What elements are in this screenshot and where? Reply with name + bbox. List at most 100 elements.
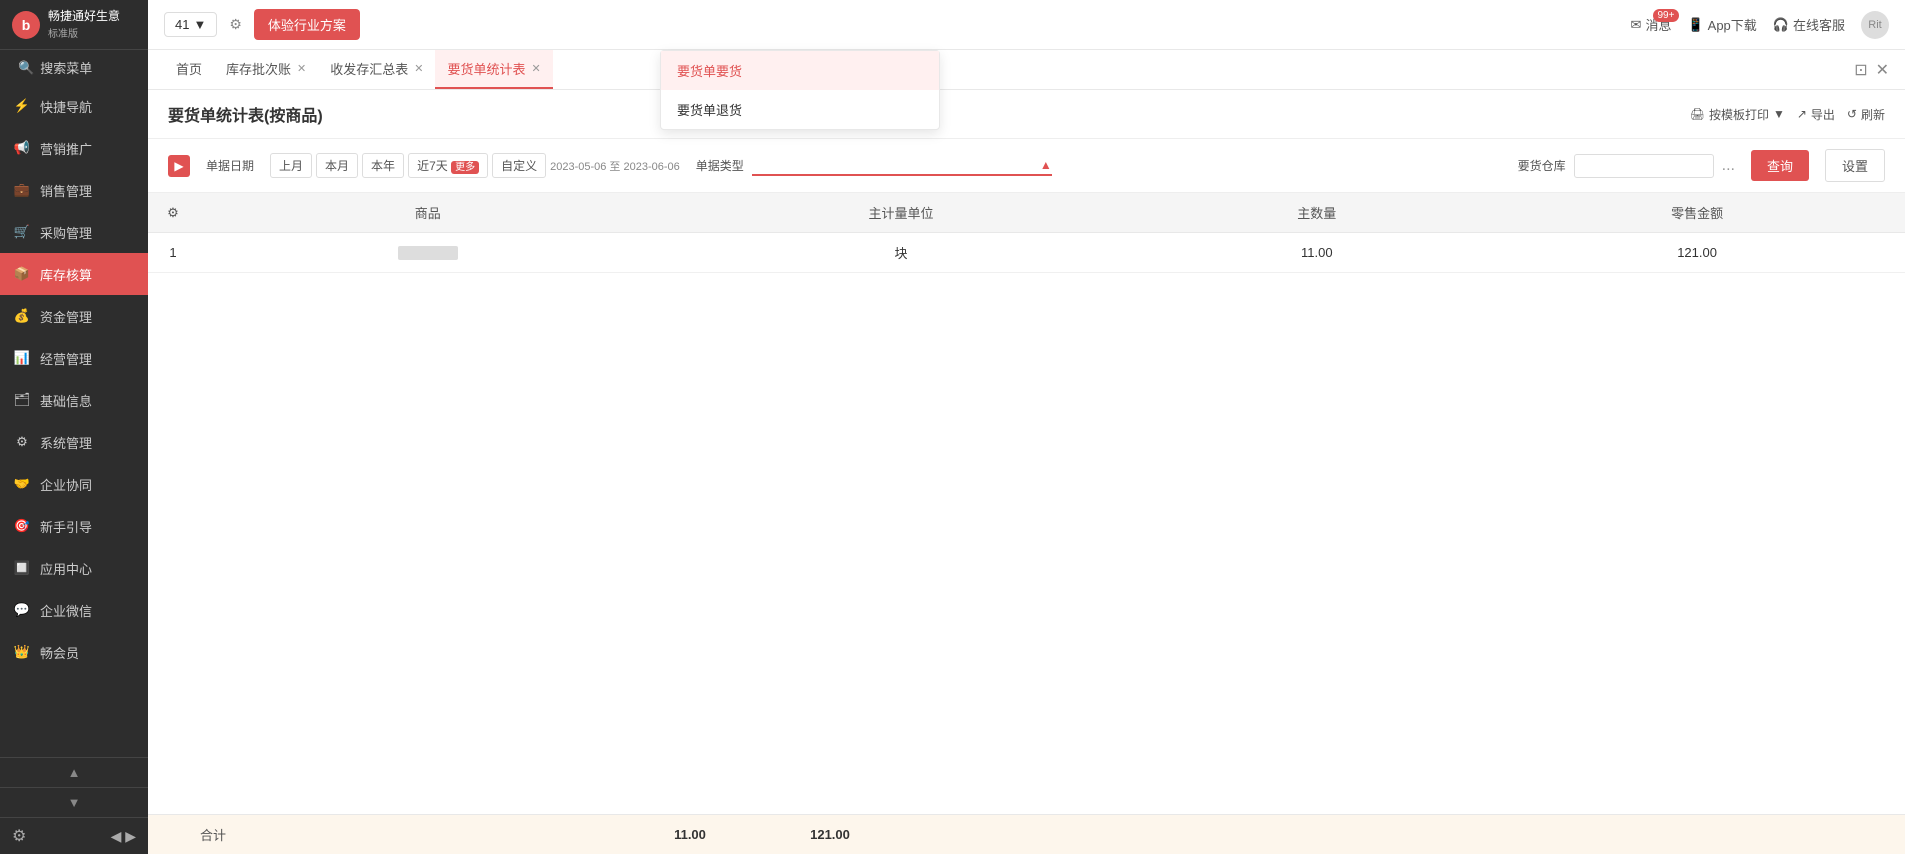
sidebar-item-sales[interactable]: 💼 销售管理 [0,169,148,211]
refresh-button[interactable]: ↺ 刷新 [1847,106,1885,123]
logo-sub: 标准版 [48,25,120,40]
tabs-bar: 首页 库存批次账 ✕ 收发存汇总表 ✕ 要货单统计表 ✕ ⊡ ✕ [148,50,1905,90]
sidebar-item-system[interactable]: ⚙ 系统管理 [0,421,148,463]
tab-requisition-stat[interactable]: 要货单统计表 ✕ [435,50,552,89]
purchase-icon: 🛒 [12,222,32,242]
col-quantity: 主数量 [1144,193,1489,233]
sidebar-item-inventory[interactable]: 📦 库存核算 [0,253,148,295]
print-template-button[interactable]: 🖨 按模板打印 ▼ [1690,106,1785,123]
sidebar-gear-btn[interactable]: ⚙ [12,826,26,846]
marketing-icon: 📢 [12,138,32,158]
row-product [198,233,658,273]
date-btn-upper[interactable]: 上月 [270,153,312,178]
sidebar-item-basic[interactable]: 🗂 基础信息 [0,379,148,421]
sidebar-scroll-down[interactable]: ▼ [0,787,148,817]
member-icon: 👑 [12,642,32,662]
chevron-down-icon: ▼ [193,17,206,32]
export-button[interactable]: ↗ 导出 [1797,106,1835,123]
refresh-icon: ↺ [1847,107,1857,121]
date-btn-custom[interactable]: 自定义 [492,153,546,178]
type-select-wrap: ▲ [752,155,1052,176]
store-selector[interactable]: 41 ▼ [164,12,217,37]
date-range-text: 2023-05-06 至 2023-06-06 [550,158,680,174]
app-download-btn[interactable]: 📱 App下载 [1687,15,1756,34]
sidebar-item-quick-nav[interactable]: ⚡ 快捷导航 [0,85,148,127]
row-amount: 121.00 [1489,233,1905,273]
hot-tag: 更多 [451,161,479,174]
print-icon: 🖨 [1690,107,1705,121]
sidebar-scroll-up[interactable]: ▲ [0,757,148,787]
sidebar-item-marketing[interactable]: 📢 营销推广 [0,127,148,169]
inventory-icon: 📦 [12,264,32,284]
notification-icon: ✉ [1631,17,1642,33]
sidebar: b 畅捷通好生意 标准版 🔍 搜索菜单 ⚡ 快捷导航 📢 营销推广 💼 销售管理… [0,0,148,854]
sidebar-expand-btn[interactable]: ◀ ▶ [111,828,136,845]
sidebar-search[interactable]: 🔍 搜索菜单 [0,50,148,85]
sidebar-nav: ⚡ 快捷导航 📢 营销推广 💼 销售管理 🛒 采购管理 📦 库存核算 💰 资金管… [0,85,148,757]
finance-icon: 💰 [12,306,32,326]
notification-btn[interactable]: ✉ 消息 99+ [1631,15,1672,34]
type-chevron-up-icon[interactable]: ▲ [1040,158,1052,172]
col-unit: 主计量单位 [658,193,1145,233]
settings-button[interactable]: 设置 [1825,149,1885,182]
row-unit: 块 [658,233,1145,273]
sidebar-item-operation[interactable]: 📊 经营管理 [0,337,148,379]
sidebar-item-cooperation[interactable]: 🤝 企业协同 [0,463,148,505]
tab-receive-summary[interactable]: 收发存汇总表 ✕ [318,50,435,89]
column-settings-icon[interactable]: ⚙ [167,205,179,220]
quick-nav-icon: ⚡ [12,96,32,116]
footer-label: 合计 [160,825,640,844]
date-btn-last7[interactable]: 近7天 更多 [408,153,488,178]
sidebar-item-purchase[interactable]: 🛒 采购管理 [0,211,148,253]
type-filter-label: 单据类型 [696,157,744,174]
tab-close-requisition-stat[interactable]: ✕ [532,62,541,75]
tab-batch-account[interactable]: 库存批次账 ✕ [214,50,318,89]
search-icon: 🔍 [18,60,34,76]
table-footer: 合计 11.00 121.00 [148,814,1905,854]
operation-icon: 📊 [12,348,32,368]
row-index: 1 [148,233,198,273]
system-icon: ⚙ [12,432,32,452]
type-select-input[interactable] [752,155,1040,174]
date-btn-year[interactable]: 本年 [362,153,404,178]
table-wrap: ⚙ 商品 主计量单位 主数量 零售金额 1 块 [148,193,1905,814]
row-quantity: 11.00 [1144,233,1489,273]
filter-expand-btn[interactable]: ▶ [168,155,190,177]
sidebar-item-apps[interactable]: 🔲 应用中心 [0,547,148,589]
col-amount: 零售金额 [1489,193,1905,233]
data-table: ⚙ 商品 主计量单位 主数量 零售金额 1 块 [148,193,1905,273]
query-button[interactable]: 查询 [1751,150,1809,181]
date-btn-current[interactable]: 本月 [316,153,358,178]
type-dropdown: 要货单要货 要货单退货 [660,90,940,130]
dropdown-item-requisition-return[interactable]: 要货单退货 [661,90,939,129]
user-avatar[interactable]: Rit [1861,11,1889,39]
tab-maximize-btn[interactable]: ⊡ [1854,60,1867,80]
tab-close-batch-account[interactable]: ✕ [297,62,306,75]
more-filter-btn[interactable]: ... [1722,157,1735,175]
date-group: 上月 本月 本年 近7天 更多 自定义 2023-05-06 至 2023-06… [270,153,680,178]
sidebar-item-finance[interactable]: 💰 资金管理 [0,295,148,337]
main: 41 ▼ ⚙ 体验行业方案 ✉ 消息 99+ 📱 App下载 🎧 在线客服 Ri… [148,0,1905,854]
trial-button[interactable]: 体验行业方案 [254,9,360,40]
table-row: 1 块 11.00 121.00 [148,233,1905,273]
date-filter-label: 单据日期 [206,157,254,174]
sidebar-item-wechat[interactable]: 💬 企业微信 [0,589,148,631]
col-settings[interactable]: ⚙ [148,193,198,233]
sidebar-item-guide[interactable]: 🎯 新手引导 [0,505,148,547]
logo-name: 畅捷通好生意 [48,9,120,25]
settings-icon[interactable]: ⚙ [229,16,242,33]
warehouse-input[interactable] [1574,154,1714,178]
export-icon: ↗ [1797,107,1807,121]
sidebar-item-member[interactable]: 👑 畅会员 [0,631,148,673]
footer-amount: 121.00 [780,827,880,842]
tab-close-receive-summary[interactable]: ✕ [414,62,423,75]
tab-home[interactable]: 首页 [164,50,214,89]
warehouse-section: 要货仓库 ... [1518,154,1735,178]
page-header: 要货单统计表(按商品) 🖨 按模板打印 ▼ ↗ 导出 ↺ 刷新 [148,90,1905,139]
col-product: 商品 [198,193,658,233]
tab-close-all-btn[interactable]: ✕ [1876,60,1889,80]
online-service-btn[interactable]: 🎧 在线客服 [1773,15,1845,34]
topbar: 41 ▼ ⚙ 体验行业方案 ✉ 消息 99+ 📱 App下载 🎧 在线客服 Ri… [148,0,1905,50]
download-icon: 📱 [1687,17,1703,33]
filter-row: ▶ 单据日期 上月 本月 本年 近7天 更多 自定义 2023-05-06 至 … [148,139,1905,193]
